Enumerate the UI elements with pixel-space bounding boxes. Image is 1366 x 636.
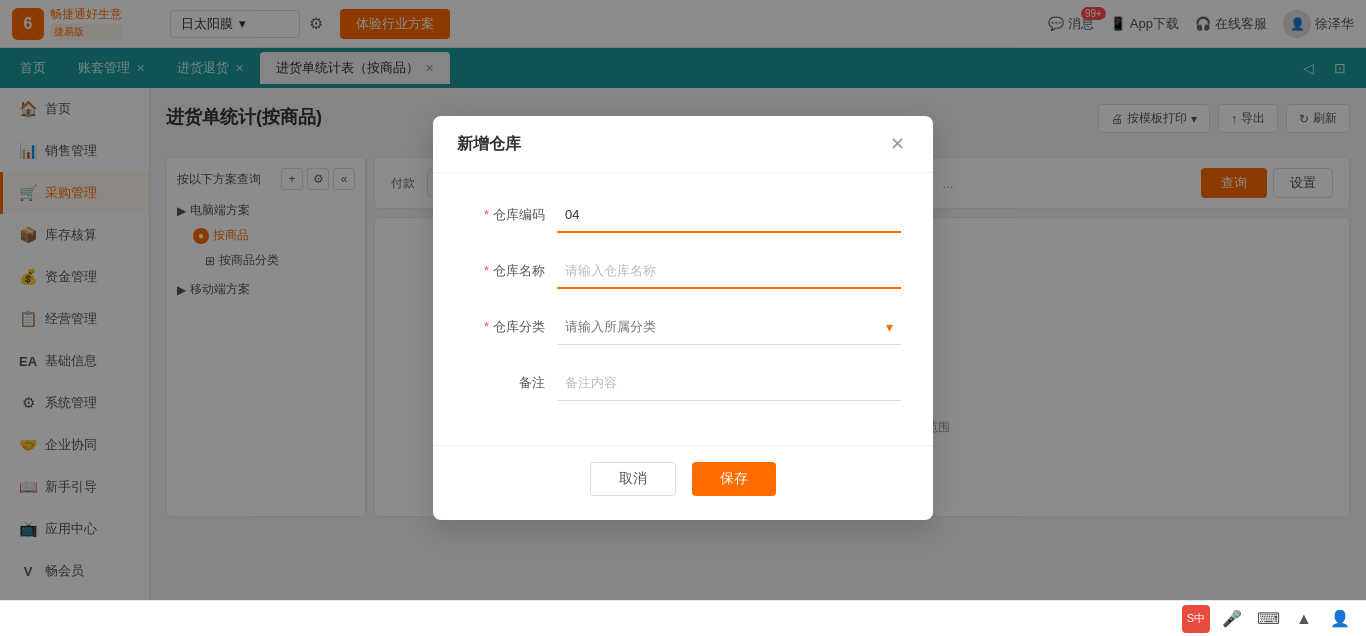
- cancel-button[interactable]: 取消: [590, 462, 676, 496]
- form-row-remark: 备注: [465, 365, 901, 401]
- form-row-name: 仓库名称: [465, 253, 901, 289]
- category-label: 仓库分类: [465, 318, 545, 336]
- name-input[interactable]: [557, 253, 901, 289]
- expand-icon[interactable]: ▲: [1290, 605, 1318, 633]
- modal-body: 仓库编码 仓库名称 仓库分类 ▾ 备注: [433, 173, 933, 445]
- category-select-wrapper: ▾: [557, 309, 901, 345]
- keyboard-icon[interactable]: ⌨: [1254, 605, 1282, 633]
- modal-header: 新增仓库 ✕: [433, 116, 933, 173]
- add-warehouse-modal: 新增仓库 ✕ 仓库编码 仓库名称 仓库分类 ▾: [433, 116, 933, 520]
- form-row-category: 仓库分类 ▾: [465, 309, 901, 345]
- name-label: 仓库名称: [465, 262, 545, 280]
- form-row-code: 仓库编码: [465, 197, 901, 233]
- category-input[interactable]: [557, 309, 901, 345]
- code-label: 仓库编码: [465, 206, 545, 224]
- modal-title: 新增仓库: [457, 134, 521, 155]
- user-settings-icon[interactable]: 👤: [1326, 605, 1354, 633]
- remark-label: 备注: [465, 374, 545, 392]
- bottom-bar: S中 🎤 ⌨ ▲ 👤: [0, 600, 1366, 636]
- save-button[interactable]: 保存: [692, 462, 776, 496]
- microphone-icon[interactable]: 🎤: [1218, 605, 1246, 633]
- modal-overlay: 新增仓库 ✕ 仓库编码 仓库名称 仓库分类 ▾: [0, 0, 1366, 636]
- modal-footer: 取消 保存: [433, 445, 933, 520]
- modal-close-button[interactable]: ✕: [885, 132, 909, 156]
- code-input[interactable]: [557, 197, 901, 233]
- remark-input[interactable]: [557, 365, 901, 401]
- sougou-icon[interactable]: S中: [1182, 605, 1210, 633]
